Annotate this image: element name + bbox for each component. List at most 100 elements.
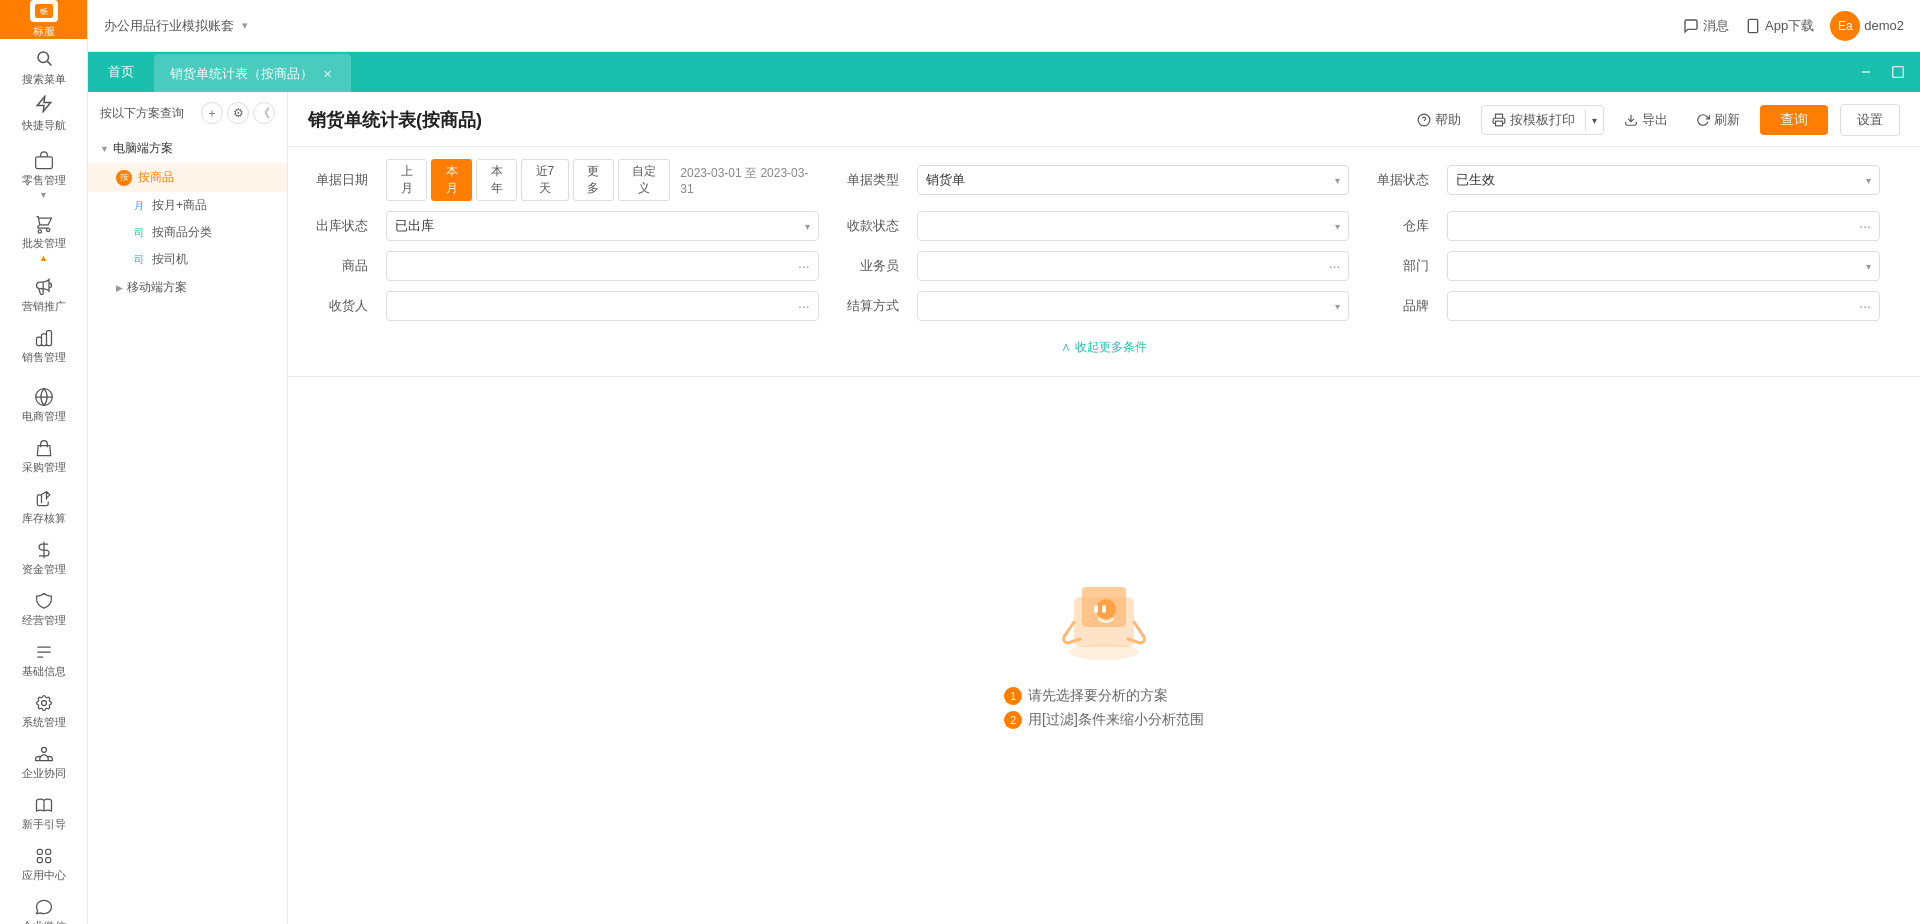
sidebar-item-wholesale[interactable]: 批发管理 ▲	[0, 206, 87, 269]
empty-illustration	[1044, 567, 1164, 667]
group-arrow: ▼	[100, 144, 109, 154]
tab-home-label: 首页	[108, 63, 134, 81]
svg-point-6	[41, 701, 46, 706]
tab-maximize-btn[interactable]	[1884, 58, 1912, 86]
tree-sub-month-product[interactable]: 月 按月+商品	[88, 192, 287, 219]
salesperson-select[interactable]: ···	[917, 251, 1350, 281]
top-header-left: 办公用品行业模拟账套 ▾	[104, 17, 248, 35]
settlement-select[interactable]: ▾	[917, 291, 1350, 321]
receiver-dots[interactable]: ···	[798, 298, 810, 314]
refresh-btn[interactable]: 刷新	[1688, 107, 1748, 133]
tab-home[interactable]: 首页	[88, 52, 154, 92]
doctype-select[interactable]: 销货单 ▾	[917, 165, 1350, 195]
filter-col-product: 商品 ···	[308, 251, 839, 281]
user-menu-btn[interactable]: Ea demo2	[1830, 11, 1904, 41]
tree-item-by-product[interactable]: 按 按商品	[88, 163, 287, 192]
ecommerce-label: 电商管理	[22, 409, 66, 424]
filter-row-3: 商品 ··· 业务员 ··· 部门	[308, 251, 1900, 281]
tab-active[interactable]: 销货单统计表（按商品） ✕	[154, 54, 351, 94]
collapse-filter-btn[interactable]: ∧ 收起更多条件	[308, 331, 1900, 364]
sidebar-item-system[interactable]: 系统管理	[0, 685, 87, 736]
sidebar-item-business[interactable]: 经营管理	[0, 583, 87, 634]
sidebar-item-newbie[interactable]: 新手引导	[0, 787, 87, 838]
collapse-label: ∧ 收起更多条件	[1061, 340, 1146, 354]
tab-bar-right	[1852, 58, 1920, 86]
sidebar-item-apps[interactable]: 应用中心	[0, 838, 87, 889]
outbound-select[interactable]: 已出库 ▾	[386, 211, 819, 241]
receiver-label: 收货人	[308, 297, 378, 315]
product-filter-label: 商品	[308, 257, 378, 275]
category-label: 按商品分类	[152, 224, 212, 241]
empty-hint-1: 请先选择要分析的方案	[1004, 687, 1204, 705]
quick-nav-item[interactable]: 快捷导航	[0, 91, 87, 135]
sidebar: 畅 标服 搜索菜单 快捷导航 零售管理 ▼ 批发管理 ▲ 营销推	[0, 0, 88, 924]
salesperson-dots[interactable]: ···	[1329, 258, 1341, 274]
sidebar-item-marketing[interactable]: 营销推广	[0, 269, 87, 320]
sales-label: 销售管理	[22, 350, 66, 365]
page-header: 销货单统计表(按商品) 帮助 按模板打印	[288, 92, 1920, 147]
date-btn-custom[interactable]: 自定义	[618, 159, 671, 201]
sidebar-item-purchase[interactable]: 采购管理	[0, 430, 87, 481]
tree-group-mobile[interactable]: ▶ 移动端方案	[88, 273, 287, 302]
page-header-actions: 帮助 按模板打印 ▾	[1409, 104, 1900, 136]
sidebar-item-ecommerce[interactable]: 电商管理	[0, 379, 87, 430]
right-panel: 销货单统计表(按商品) 帮助 按模板打印	[288, 92, 1920, 924]
brand-dots[interactable]: ···	[1859, 298, 1871, 314]
sidebar-item-wechat[interactable]: 企业微信	[0, 889, 87, 924]
sidebar-item-enterprise[interactable]: 企业协同	[0, 736, 87, 787]
messages-btn[interactable]: 消息	[1683, 17, 1729, 35]
sidebar-item-inventory[interactable]: 库存核算	[0, 481, 87, 532]
app-download-btn[interactable]: App下载	[1745, 17, 1814, 35]
tree-sub-category[interactable]: 司 按商品分类	[88, 219, 287, 246]
docstatus-select[interactable]: 已生效 ▾	[1447, 165, 1880, 195]
settings-scheme-btn[interactable]: ⚙	[227, 102, 249, 124]
date-btn-7days[interactable]: 近7天	[521, 159, 568, 201]
scheme-query-label: 按以下方案查询	[100, 105, 184, 122]
logo-text: 标服	[33, 24, 55, 39]
warehouse-select[interactable]: ···	[1447, 211, 1880, 241]
collapse-panel-btn[interactable]: 《	[253, 102, 275, 124]
mobile-group-label: 移动端方案	[127, 279, 187, 296]
tree-sub-driver[interactable]: 司 按司机	[88, 246, 287, 273]
left-panel-header: 按以下方案查询 ＋ ⚙ 《	[88, 92, 287, 130]
product-dots[interactable]: ···	[798, 258, 810, 274]
wholesale-arrow: ▲	[39, 253, 48, 263]
panel-header-icons: ＋ ⚙ 《	[201, 102, 275, 124]
tab-close-btn[interactable]: ✕	[319, 66, 335, 82]
empty-hint-2: 用[过滤]条件来缩小分析范围	[1004, 711, 1204, 729]
sidebar-item-sales[interactable]: 销售管理	[0, 320, 87, 371]
date-btn-last-month[interactable]: 上月	[386, 159, 427, 201]
basics-label: 基础信息	[22, 664, 66, 679]
date-range-text: 2023-03-01 至 2023-03-31	[680, 165, 818, 196]
product-select[interactable]: ···	[386, 251, 819, 281]
main-area: 办公用品行业模拟账套 ▾ 消息 App下载 Ea demo2	[88, 0, 1920, 924]
date-btn-this-month[interactable]: 本月	[431, 159, 472, 201]
export-btn[interactable]: 导出	[1616, 107, 1676, 133]
print-arrow-btn[interactable]: ▾	[1585, 110, 1603, 131]
receiver-select[interactable]: ···	[386, 291, 819, 321]
filter-col-warehouse: 仓库 ···	[1369, 211, 1900, 241]
page-title: 销货单统计表(按商品)	[308, 108, 482, 132]
brand-select[interactable]: ···	[1447, 291, 1880, 321]
department-select[interactable]: ▾	[1447, 251, 1880, 281]
print-btn-group[interactable]: 按模板打印 ▾	[1481, 105, 1604, 135]
settings-btn[interactable]: 设置	[1840, 104, 1900, 136]
date-btn-more[interactable]: 更多	[573, 159, 614, 201]
warehouse-dots[interactable]: ···	[1859, 218, 1871, 234]
search-menu-item[interactable]: 搜索菜单	[0, 39, 87, 91]
sidebar-item-finance[interactable]: 资金管理	[0, 532, 87, 583]
apps-label: 应用中心	[22, 868, 66, 883]
add-scheme-btn[interactable]: ＋	[201, 102, 223, 124]
retail-label: 零售管理	[22, 173, 66, 188]
filter-col-outbound: 出库状态 已出库 ▾	[308, 211, 839, 241]
payment-select[interactable]: ▾	[917, 211, 1350, 241]
query-btn[interactable]: 查询	[1760, 105, 1828, 135]
tree-group-desktop[interactable]: ▼ 电脑端方案	[88, 134, 287, 163]
sidebar-item-retail[interactable]: 零售管理 ▼	[0, 143, 87, 206]
print-main-btn[interactable]: 按模板打印	[1482, 106, 1585, 134]
help-btn[interactable]: 帮助	[1409, 107, 1469, 133]
tab-minimize-btn[interactable]	[1852, 58, 1880, 86]
sidebar-item-basics[interactable]: 基础信息	[0, 634, 87, 685]
date-btn-this-year[interactable]: 本年	[476, 159, 517, 201]
date-label: 单据日期	[308, 171, 378, 189]
